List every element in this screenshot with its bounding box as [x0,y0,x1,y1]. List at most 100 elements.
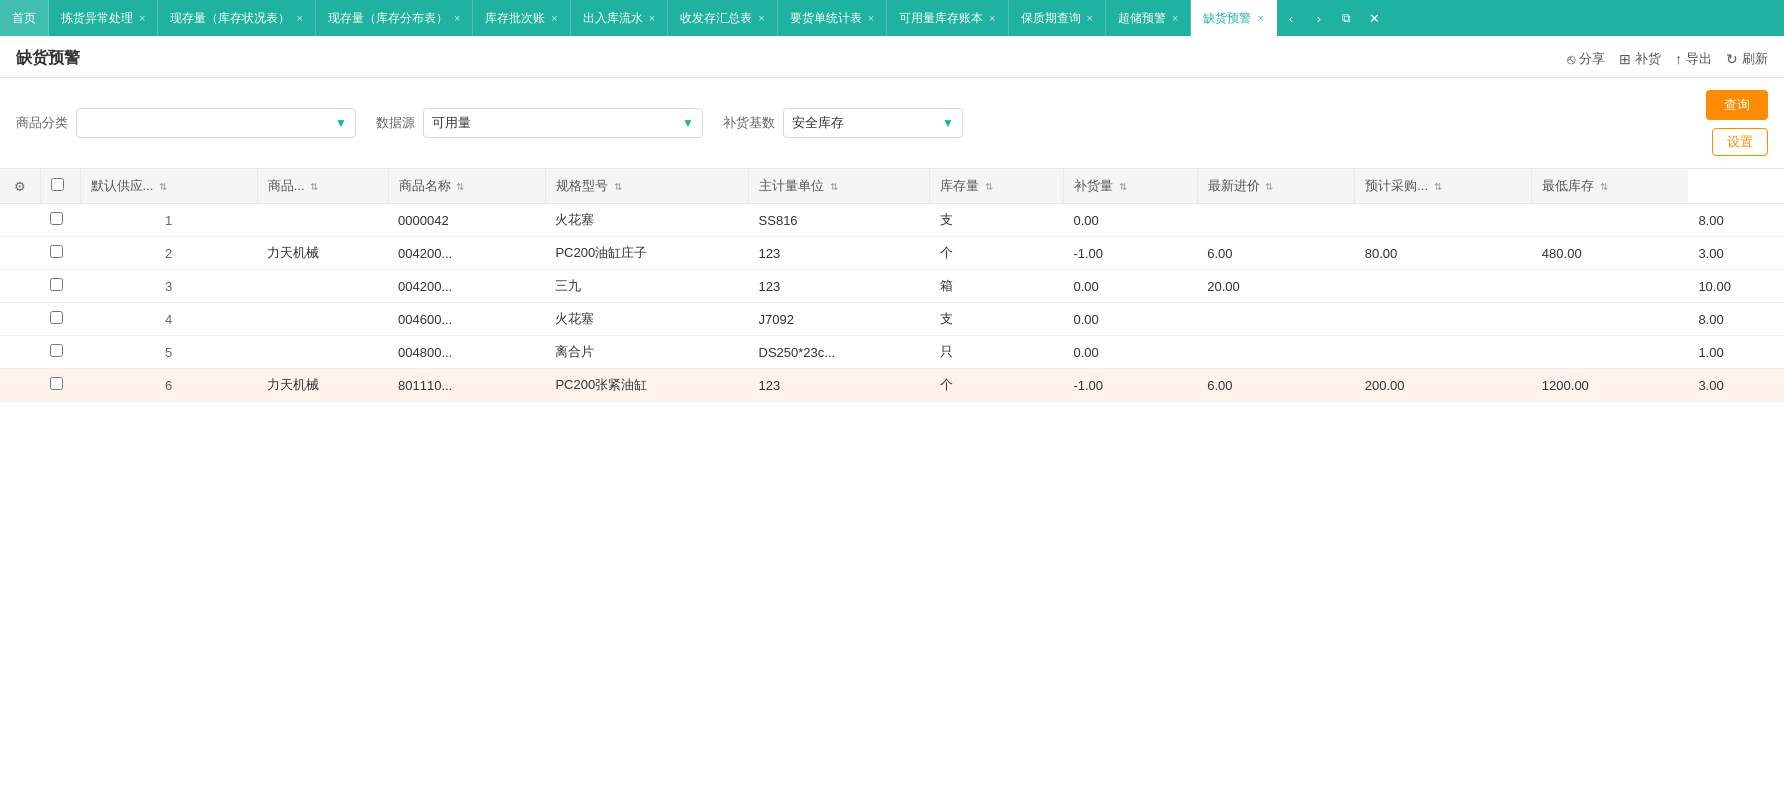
filter-replenish-select[interactable]: 安全库存 ▼ [783,108,963,138]
row-product-code-1: 0000042 [388,204,545,237]
sort-supplier-icon: ⇅ [159,181,167,192]
tab-batch-account[interactable]: 库存批次账 × [473,0,570,36]
tab-close-shortage[interactable]: × [1257,12,1263,24]
th-estimated-purchase[interactable]: 预计采购... ⇅ [1355,169,1532,204]
filter-category-select[interactable]: ▼ [76,108,356,138]
th-product-name[interactable]: 商品名称 ⇅ [388,169,545,204]
row-supplier-1 [257,204,388,237]
row-product-code-4: 004600... [388,303,545,336]
th-stock[interactable]: 库存量 ⇅ [930,169,1064,204]
tab-expiry-query[interactable]: 保质期查询 × [1009,0,1106,36]
row-checkbox-6[interactable] [50,377,63,390]
tab-close-all-btn[interactable]: ✕ [1361,0,1389,36]
share-button[interactable]: ⎋ 分享 [1567,50,1605,68]
refresh-button[interactable]: ↻ 刷新 [1726,50,1768,68]
row-supplier-5 [257,336,388,369]
row-num-6: 6 [80,369,257,402]
tab-restore-btn[interactable]: ⧉ [1333,0,1361,36]
sort-product-code-icon: ⇅ [310,181,318,192]
tab-close-inventory-status[interactable]: × [296,12,302,24]
table-row: 1 0000042 火花塞 SS816 支 0.00 8.00 [0,204,1784,237]
tab-prev-btn[interactable]: ‹ [1277,0,1305,36]
row-replenish-6: 6.00 [1197,369,1354,402]
row-settings-6 [0,369,40,402]
tab-bar: 首页 拣货异常处理 × 现存量（库存状况表） × 现存量（库存分布表） × 库存… [0,0,1784,36]
row-unit-5: 只 [930,336,1064,369]
th-unit[interactable]: 主计量单位 ⇅ [749,169,930,204]
tab-inventory-status[interactable]: 现存量（库存状况表） × [158,0,315,36]
export-button[interactable]: ↑ 导出 [1675,50,1712,68]
tab-home[interactable]: 首页 [0,0,49,36]
tab-shortage[interactable]: 缺货预警 × [1191,0,1276,36]
tab-receipt-summary[interactable]: 收发存汇总表 × [668,0,777,36]
query-button[interactable]: 查询 [1706,90,1768,120]
tab-close-receipt-summary[interactable]: × [758,12,764,24]
tab-close-abnormal[interactable]: × [139,12,145,24]
th-latest-price[interactable]: 最新进价 ⇅ [1197,169,1354,204]
row-spec-3: 123 [749,270,930,303]
tab-next-btn[interactable]: › [1305,0,1333,36]
tab-close-expiry-query[interactable]: × [1087,12,1093,24]
row-stock-6: -1.00 [1063,369,1197,402]
tab-inout-flow[interactable]: 出入库流水 × [571,0,668,36]
tab-inventory-dist[interactable]: 现存量（库存分布表） × [316,0,473,36]
tab-close-available-ledger[interactable]: × [989,12,995,24]
filter-replenish-group: 补货基数 安全库存 ▼ [723,108,963,138]
datasource-chevron-icon: ▼ [682,116,694,130]
row-check-3 [40,270,80,303]
row-supplier-2: 力天机械 [257,237,388,270]
row-checkbox-4[interactable] [50,311,63,324]
tab-overstock[interactable]: 超储预警 × [1106,0,1191,36]
row-product-code-6: 801110... [388,369,545,402]
th-replenish[interactable]: 补货量 ⇅ [1063,169,1197,204]
row-replenish-2: 6.00 [1197,237,1354,270]
settings-button[interactable]: 设置 [1712,128,1768,156]
row-checkbox-5[interactable] [50,344,63,357]
filter-category-group: 商品分类 ▼ [16,108,356,138]
filter-datasource-select[interactable]: 可用量 ▼ [423,108,703,138]
page-header: 缺货预警 ⎋ 分享 ⊞ 补货 ↑ 导出 ↻ 刷新 [0,36,1784,78]
table-header-row: ⚙ 默认供应... ⇅ 商品... ⇅ 商品名称 ⇅ [0,169,1784,204]
tab-close-inout-flow[interactable]: × [649,12,655,24]
replenish-chevron-icon: ▼ [942,116,954,130]
row-spec-6: 123 [749,369,930,402]
row-product-name-2: PC200油缸庄子 [545,237,748,270]
tab-close-batch-account[interactable]: × [551,12,557,24]
row-estimated-purchase-2: 480.00 [1532,237,1689,270]
row-check-2 [40,237,80,270]
row-settings-5 [0,336,40,369]
row-checkbox-1[interactable] [50,212,63,225]
select-all-checkbox[interactable] [51,178,64,191]
row-num-2: 2 [80,237,257,270]
share-icon: ⎋ [1567,51,1575,67]
tab-close-overstock[interactable]: × [1172,12,1178,24]
replenish-button[interactable]: ⊞ 补货 [1619,50,1661,68]
row-num-3: 3 [80,270,257,303]
row-spec-5: DS250*23c... [749,336,930,369]
tab-order-stats[interactable]: 要货单统计表 × [778,0,887,36]
gear-icon[interactable]: ⚙ [14,179,26,194]
th-min-stock[interactable]: 最低库存 ⇅ [1532,169,1689,204]
row-latest-price-1 [1355,204,1532,237]
row-product-code-2: 004200... [388,237,545,270]
page-title: 缺货预警 [16,48,80,69]
tab-close-inventory-dist[interactable]: × [454,12,460,24]
filter-replenish-label: 补货基数 [723,114,775,132]
th-supplier[interactable]: 默认供应... ⇅ [80,169,257,204]
row-min-stock-3: 10.00 [1688,270,1784,303]
row-replenish-1 [1197,204,1354,237]
filter-bar: 商品分类 ▼ 数据源 可用量 ▼ 补货基数 安全库存 ▼ 查询 设置 [0,78,1784,168]
tab-abnormal[interactable]: 拣货异常处理 × [49,0,158,36]
row-checkbox-3[interactable] [50,278,63,291]
row-stock-4: 0.00 [1063,303,1197,336]
th-settings[interactable]: ⚙ [0,169,40,204]
tab-close-order-stats[interactable]: × [868,12,874,24]
row-stock-1: 0.00 [1063,204,1197,237]
row-replenish-5 [1197,336,1354,369]
th-spec[interactable]: 规格型号 ⇅ [545,169,748,204]
tab-available-ledger[interactable]: 可用量库存账本 × [887,0,1008,36]
filter-right-actions: 查询 设置 [1706,90,1768,156]
row-spec-2: 123 [749,237,930,270]
th-product-code[interactable]: 商品... ⇅ [257,169,388,204]
row-checkbox-2[interactable] [50,245,63,258]
